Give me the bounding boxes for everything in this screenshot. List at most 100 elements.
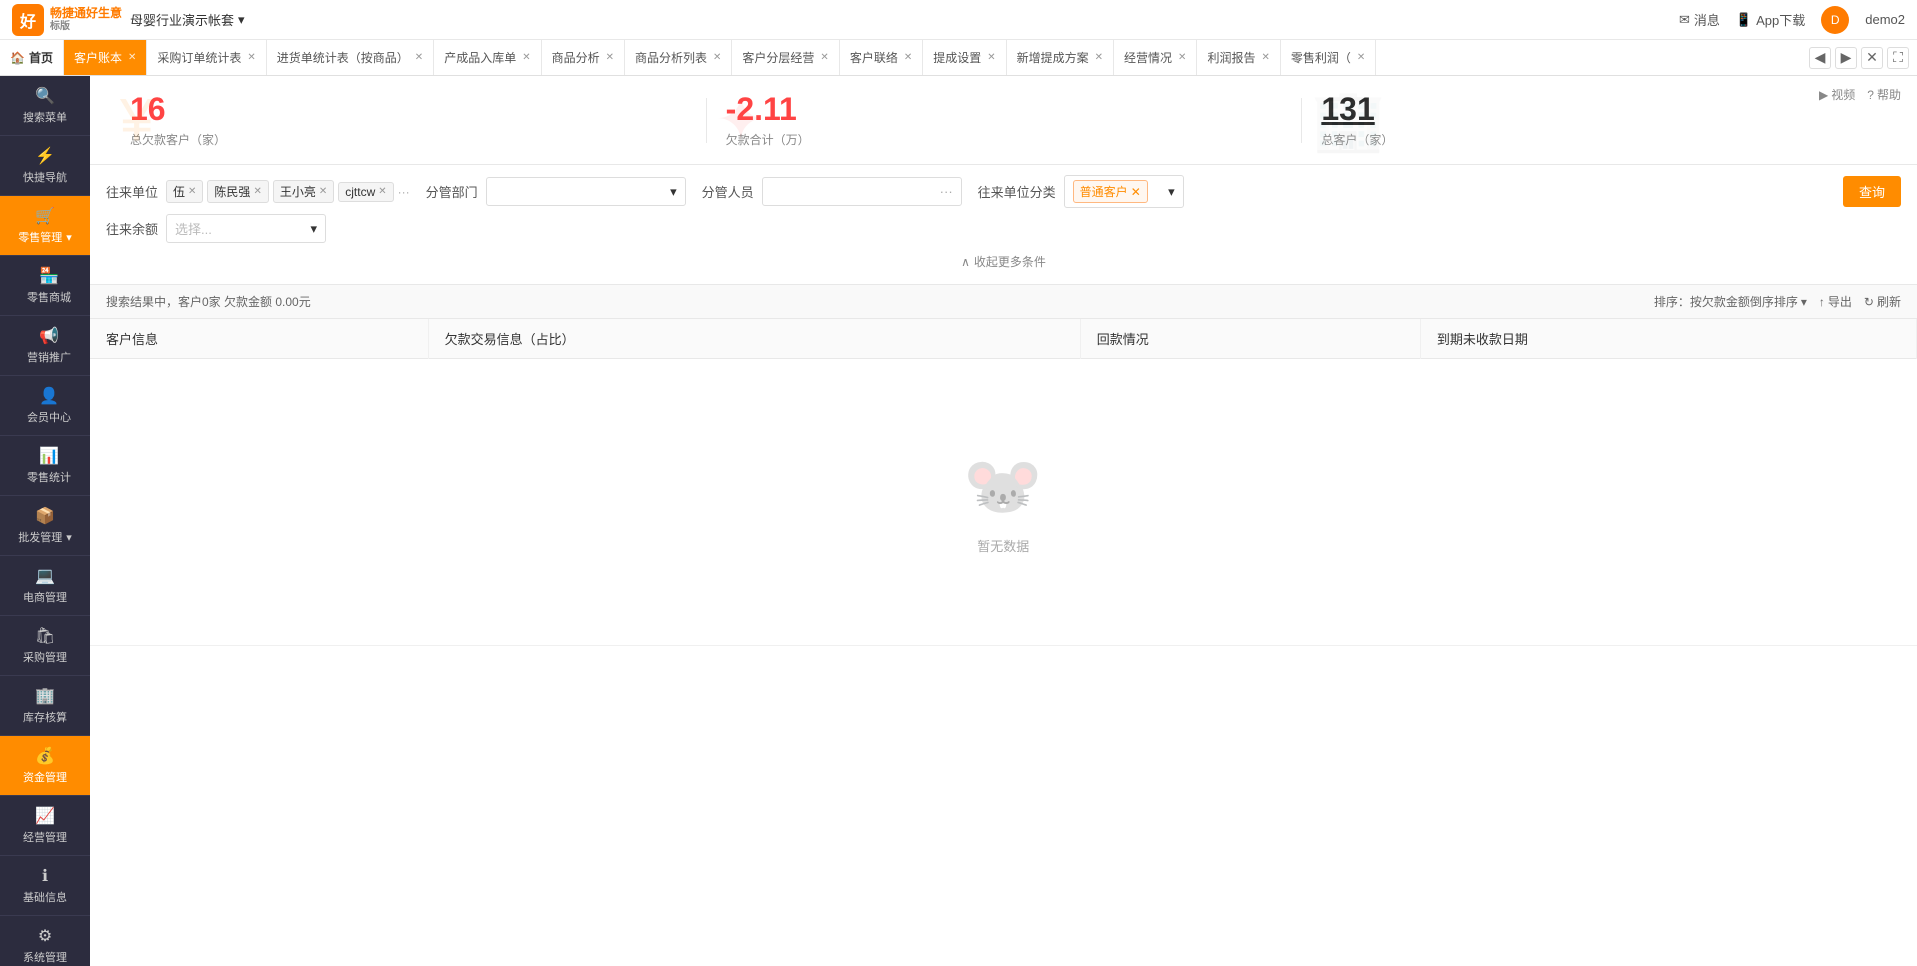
close-icon[interactable]: ✕ xyxy=(904,52,912,63)
tab-product-inbound[interactable]: 产成品入库单 ✕ xyxy=(434,40,541,76)
tab-new-raise-plan[interactable]: 新增提成方案 ✕ xyxy=(1007,40,1114,76)
help-link[interactable]: ? 帮助 xyxy=(1867,86,1901,103)
sidebar-item-retail-mall[interactable]: 🏪 零售商城 xyxy=(0,256,90,316)
sidebar-item-purchase-mgmt[interactable]: 🛍 采购管理 xyxy=(0,616,90,676)
close-icon[interactable]: ✕ xyxy=(987,52,995,63)
app-download-link[interactable]: 📱 App下载 xyxy=(1736,10,1805,29)
close-icon[interactable]: ✕ xyxy=(1357,52,1365,63)
refresh-button[interactable]: ↻ 刷新 xyxy=(1864,293,1901,310)
close-icon[interactable]: ✕ xyxy=(1178,52,1186,63)
tab-purchase-order-stats[interactable]: 采购订单统计表 ✕ xyxy=(147,40,266,76)
tab-retail-profit[interactable]: 零售利润（ ✕ xyxy=(1281,40,1376,76)
sort-select[interactable]: 排序：按欠款金额倒序排序 ▾ xyxy=(1654,293,1807,310)
export-button[interactable]: ↑ 导出 xyxy=(1819,293,1852,310)
col-debt-info: 欠款交易信息（占比） xyxy=(428,319,1080,359)
stat-bg-icon-clients: 🏢 xyxy=(1311,85,1386,156)
dept-select[interactable]: ▾ xyxy=(486,177,686,206)
tab-operation-status[interactable]: 经营情况 ✕ xyxy=(1114,40,1197,76)
tab-customer-contact[interactable]: 客户联络 ✕ xyxy=(840,40,923,76)
sidebar-item-quick-nav[interactable]: ⚡ 快捷导航 xyxy=(0,136,90,196)
filter-more-button[interactable]: ··· xyxy=(398,185,410,199)
filter-tag-wu[interactable]: 伍 ✕ xyxy=(166,180,203,203)
empty-text: 暂无数据 xyxy=(977,536,1029,555)
close-icon[interactable]: ✕ xyxy=(188,186,196,197)
sidebar-item-wholesale-mgmt[interactable]: 📦 批发管理 ▾ xyxy=(0,496,90,556)
close-icon[interactable]: ✕ xyxy=(319,186,327,197)
sidebar-item-finance-mgmt[interactable]: 💰 资金管理 xyxy=(0,736,90,796)
video-icon: ▶ xyxy=(1819,88,1828,102)
close-icon[interactable]: ✕ xyxy=(247,52,255,63)
close-icon[interactable]: ✕ xyxy=(415,52,423,63)
video-link[interactable]: ▶ 视频 xyxy=(1819,86,1855,103)
sidebar-item-ecommerce-mgmt[interactable]: 💻 电商管理 xyxy=(0,556,90,616)
top-bar-left: 好 畅捷通好生意 标版 母婴行业演示帐套 ▾ xyxy=(12,4,245,36)
tab-product-analysis[interactable]: 商品分析 ✕ xyxy=(542,40,625,76)
balance-select[interactable]: 选择... ▾ xyxy=(166,214,326,243)
tab-home[interactable]: 🏠 首页 xyxy=(0,40,64,76)
nav-tabs: 🏠 首页 客户账本 ✕ 采购订单统计表 ✕ 进货单统计表（按商品） ✕ 产成品入… xyxy=(0,40,1917,76)
main-layout: 🔍 搜索菜单 ⚡ 快捷导航 🛒 零售管理 ▾ 🏪 零售商城 📢 营销推广 👤 会… xyxy=(0,76,1917,966)
sidebar: 🔍 搜索菜单 ⚡ 快捷导航 🛒 零售管理 ▾ 🏪 零售商城 📢 营销推广 👤 会… xyxy=(0,76,90,966)
sidebar-item-search[interactable]: 🔍 搜索菜单 xyxy=(0,76,90,136)
message-icon: ✉ xyxy=(1679,12,1690,28)
nav-prev-button[interactable]: ◀ xyxy=(1809,47,1831,69)
ellipsis-icon: ··· xyxy=(940,184,953,199)
enterprise-select[interactable]: 母婴行业演示帐套 ▾ xyxy=(130,10,245,29)
close-icon[interactable]: ✕ xyxy=(713,52,721,63)
nav-close-all-button[interactable]: ✕ xyxy=(1861,47,1883,69)
filter-row-2: 往来余额 选择... ▾ xyxy=(106,214,1901,243)
sidebar-item-inventory[interactable]: 🏢 库存核算 xyxy=(0,676,90,736)
person-select[interactable]: ··· xyxy=(762,177,962,206)
nav-expand-button[interactable]: ⛶ xyxy=(1887,47,1909,69)
tab-customer-segment[interactable]: 客户分层经营 ✕ xyxy=(732,40,839,76)
close-icon[interactable]: ✕ xyxy=(1095,52,1103,63)
unit-class-tag[interactable]: 普通客户 ✕ xyxy=(1073,180,1148,203)
empty-row: 🐭 暂无数据 xyxy=(90,359,1917,646)
close-icon[interactable]: ✕ xyxy=(606,52,614,63)
sidebar-item-member-center[interactable]: 👤 会员中心 xyxy=(0,376,90,436)
tab-profit-report[interactable]: 利润报告 ✕ xyxy=(1197,40,1280,76)
close-icon[interactable]: ✕ xyxy=(820,52,828,63)
close-icon[interactable]: ✕ xyxy=(522,52,530,63)
message-link[interactable]: ✉ 消息 xyxy=(1679,10,1720,29)
username: demo2 xyxy=(1865,12,1905,27)
close-icon[interactable]: ✕ xyxy=(1261,52,1269,63)
filter-row-1: 往来单位 伍 ✕ 陈民强 ✕ 王小亮 ✕ cjttcw xyxy=(106,175,1901,208)
close-icon[interactable]: ✕ xyxy=(1131,185,1141,199)
filter-tag-wang[interactable]: 王小亮 ✕ xyxy=(273,180,334,203)
sidebar-item-marketing[interactable]: 📢 营销推广 xyxy=(0,316,90,376)
chevron-icon: ▾ xyxy=(66,531,72,544)
chevron-down-icon: ▾ xyxy=(1801,295,1807,309)
sidebar-item-basic-info[interactable]: ℹ 基础信息 xyxy=(0,856,90,916)
tab-purchase-stats-product[interactable]: 进货单统计表（按商品） ✕ xyxy=(267,40,434,76)
query-button[interactable]: 查询 xyxy=(1843,176,1901,207)
close-icon[interactable]: ✕ xyxy=(253,186,261,197)
sidebar-item-system-mgmt[interactable]: ⚙ 系统管理 xyxy=(0,916,90,966)
finance-icon: 💰 xyxy=(35,746,55,766)
sidebar-item-retail-stats[interactable]: 📊 零售统计 xyxy=(0,436,90,496)
system-icon: ⚙ xyxy=(38,926,52,946)
sidebar-item-operation-mgmt[interactable]: 📈 经营管理 xyxy=(0,796,90,856)
tab-product-analysis-list[interactable]: 商品分析列表 ✕ xyxy=(625,40,732,76)
close-icon[interactable]: ✕ xyxy=(128,52,136,63)
lightning-icon: ⚡ xyxy=(35,146,55,166)
purchase-icon: 🛍 xyxy=(35,626,55,646)
tab-raise-settings[interactable]: 提成设置 ✕ xyxy=(923,40,1006,76)
empty-icon: 🐭 xyxy=(963,449,1043,524)
data-table: 客户信息 欠款交易信息（占比） 回款情况 到期未收款日期 🐭 暂无数据 xyxy=(90,319,1917,646)
stats-top-right: ▶ 视频 ? 帮助 xyxy=(1819,86,1901,103)
col-repayment: 回款情况 xyxy=(1080,319,1420,359)
unit-class-select[interactable]: 普通客户 ✕ ▾ xyxy=(1064,175,1184,208)
filter-tag-chen[interactable]: 陈民强 ✕ xyxy=(207,180,268,203)
nav-next-button[interactable]: ▶ xyxy=(1835,47,1857,69)
avatar[interactable]: D xyxy=(1821,6,1849,34)
sidebar-item-retail-mgmt[interactable]: 🛒 零售管理 ▾ xyxy=(0,196,90,256)
export-icon: ↑ xyxy=(1819,295,1825,309)
filter-tag-cjttcw[interactable]: cjttcw ✕ xyxy=(338,182,393,202)
unit-class-label: 往来单位分类 xyxy=(978,182,1056,201)
close-icon[interactable]: ✕ xyxy=(378,186,386,197)
collapse-button[interactable]: ∧ 收起更多条件 xyxy=(106,249,1901,274)
operation-icon: 📈 xyxy=(35,806,55,826)
table-area: 客户信息 欠款交易信息（占比） 回款情况 到期未收款日期 🐭 暂无数据 xyxy=(90,319,1917,966)
tab-customer-balance[interactable]: 客户账本 ✕ xyxy=(64,40,147,76)
